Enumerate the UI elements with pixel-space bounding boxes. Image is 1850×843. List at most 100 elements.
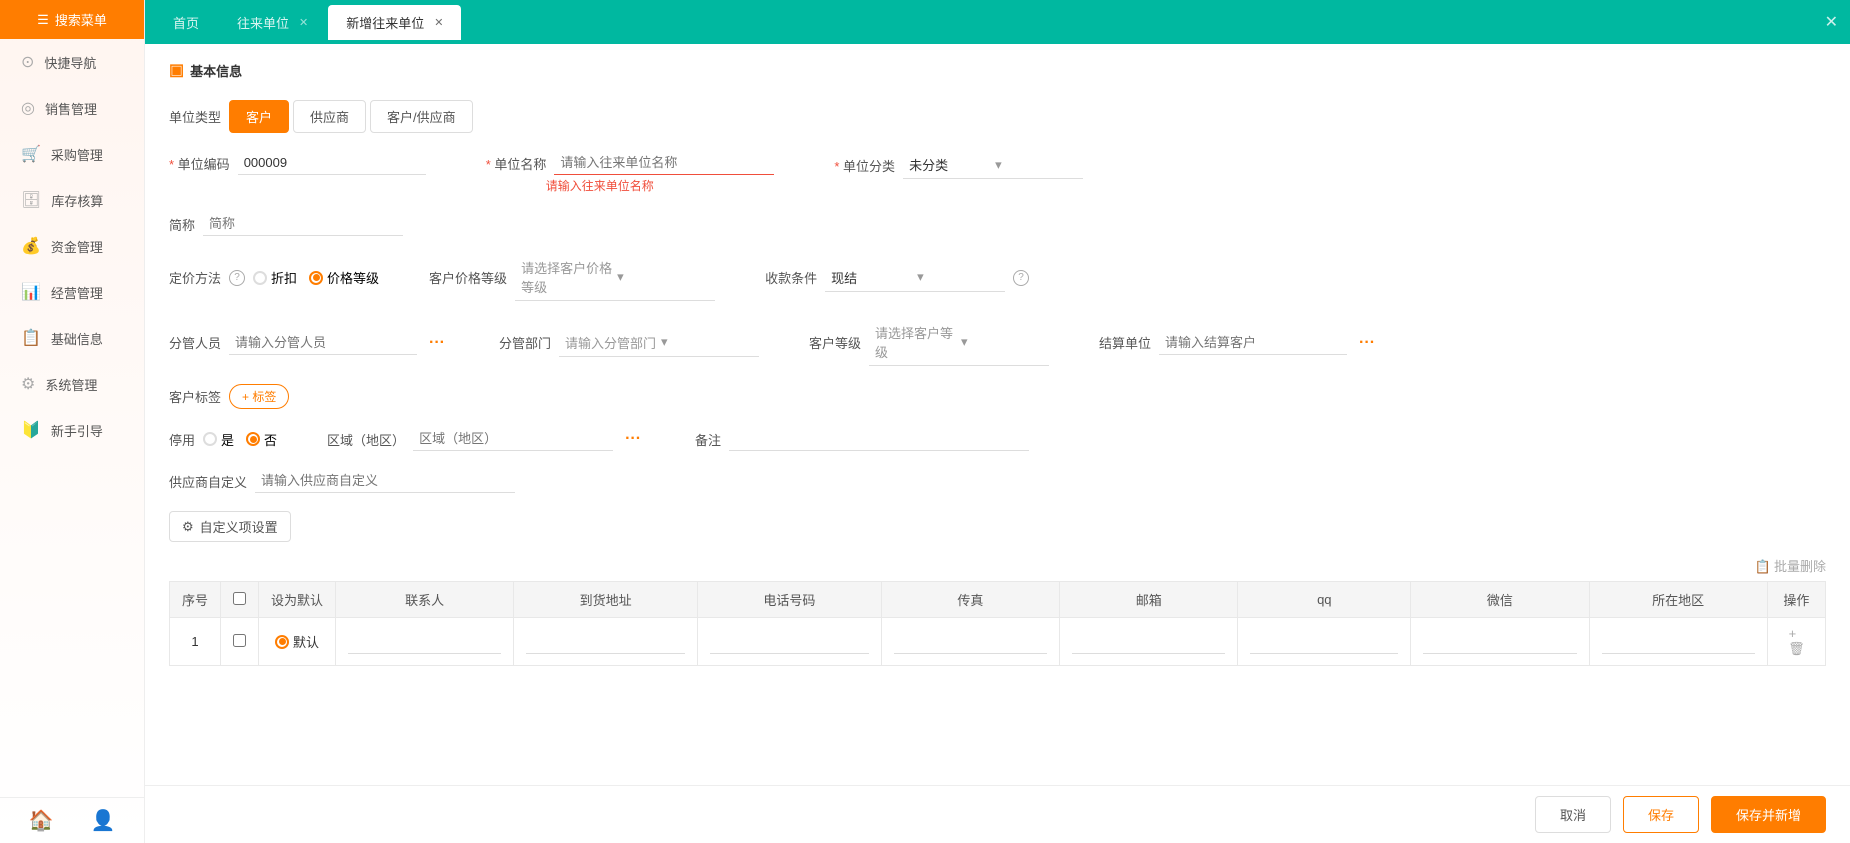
row-qq[interactable]: [1238, 618, 1411, 666]
tab-contacts[interactable]: 往来单位 ✕: [219, 5, 326, 40]
col-address: 到货地址: [514, 582, 698, 618]
unit-type-group: 单位类型 客户 供应商 客户/供应商: [169, 100, 473, 133]
radio-disabled-yes[interactable]: 是: [203, 430, 234, 449]
sidebar-item-basic-info[interactable]: 📋 基础信息: [0, 315, 144, 361]
customer-price-level-chevron: ▾: [617, 269, 709, 285]
short-name-row: 简称: [169, 212, 1826, 236]
tab-new-contact[interactable]: 新增往来单位 ✕: [328, 5, 461, 40]
region-group: 区域（地区） ···: [327, 427, 645, 451]
row-email[interactable]: [1060, 618, 1238, 666]
remark-group: 备注: [695, 427, 1029, 451]
dept-placeholder: 请输入分管部门: [565, 333, 657, 352]
sidebar-item-system[interactable]: ⚙ 系统管理: [0, 361, 144, 407]
tab-contacts-close[interactable]: ✕: [299, 16, 308, 29]
pricing-help-icon[interactable]: ?: [229, 270, 245, 286]
batch-delete-btn[interactable]: 📋 批量删除: [169, 556, 1826, 575]
cancel-button[interactable]: 取消: [1535, 796, 1611, 833]
save-button[interactable]: 保存: [1623, 796, 1699, 833]
sidebar-item-finance[interactable]: 💰 资金管理: [0, 223, 144, 269]
row-fax[interactable]: [881, 618, 1059, 666]
sidebar-item-operations[interactable]: 📊 经营管理: [0, 269, 144, 315]
customer-price-level-select[interactable]: 请选择客户价格等级 ▾: [515, 254, 715, 301]
tab-home[interactable]: 首页: [155, 5, 217, 40]
radio-discount[interactable]: 折扣: [253, 268, 297, 287]
row-index: 1: [170, 618, 221, 666]
type-btn-customer[interactable]: 客户: [229, 100, 289, 133]
tag-add-btn[interactable]: + 标签: [229, 384, 289, 409]
row-region-cell[interactable]: [1589, 618, 1767, 666]
sidebar-bottom: 🏠 👤: [0, 797, 144, 843]
payment-terms-select[interactable]: 现结 ▾: [825, 264, 1005, 292]
remark-label: 备注: [695, 430, 721, 449]
sidebar-item-sales[interactable]: ◎ 销售管理: [0, 85, 144, 131]
short-name-input[interactable]: [203, 212, 403, 236]
batch-delete-icon: 📋: [1754, 559, 1770, 574]
payment-terms-chevron: ▾: [917, 269, 999, 285]
row-wechat[interactable]: [1411, 618, 1589, 666]
user-bottom-icon[interactable]: 👤: [91, 808, 116, 833]
region-input[interactable]: [413, 427, 613, 451]
region-label: 区域（地区）: [327, 430, 405, 449]
sidebar-item-purchase[interactable]: 🛒 采购管理: [0, 131, 144, 177]
remark-input[interactable]: [729, 427, 1029, 451]
manager-input[interactable]: [229, 331, 417, 355]
unit-code-input[interactable]: [238, 151, 426, 175]
type-btn-supplier[interactable]: 供应商: [293, 100, 366, 133]
sidebar-item-guide[interactable]: 🔰 新手引导: [0, 407, 144, 453]
disabled-group: 停用 是 否: [169, 430, 277, 449]
manager-more-btn[interactable]: ···: [425, 334, 449, 352]
operations-icon: 📊: [21, 282, 41, 302]
unit-main-row: 单位编码 单位名称 请输入往来单位名称 单位分类 未分类 ▾: [169, 151, 1826, 194]
footer: 取消 保存 保存并新增: [145, 785, 1850, 843]
search-menu[interactable]: ☰ 搜索菜单: [0, 0, 144, 39]
unit-name-group: 单位名称 请输入往来单位名称: [486, 151, 775, 194]
tab-new-contact-close[interactable]: ✕: [434, 16, 443, 29]
section-icon: ▣: [169, 60, 184, 80]
short-name-label: 简称: [169, 215, 195, 234]
region-more-btn[interactable]: ···: [621, 430, 645, 448]
custom-settings-btn[interactable]: ⚙ 自定义项设置: [169, 511, 291, 542]
row-add-btn[interactable]: +: [1789, 626, 1797, 641]
content-area: ▣ 基本信息 单位类型 客户 供应商 客户/供应商 单位编码 单位名称: [145, 44, 1850, 785]
supplier-custom-input[interactable]: [255, 469, 515, 493]
payment-terms-help-icon[interactable]: ?: [1013, 270, 1029, 286]
row-default-radio: [275, 635, 289, 649]
col-email: 邮箱: [1060, 582, 1238, 618]
row-checkbox-input[interactable]: [233, 634, 246, 647]
unit-type-label: 单位类型: [169, 107, 221, 126]
row-contact[interactable]: [336, 618, 514, 666]
dept-select[interactable]: 请输入分管部门 ▾: [559, 329, 759, 357]
save-new-button[interactable]: 保存并新增: [1711, 796, 1826, 833]
sidebar-item-inventory[interactable]: 🗄 库存核算: [0, 177, 144, 223]
settlement-input[interactable]: [1159, 331, 1347, 355]
unit-name-input[interactable]: [554, 151, 774, 175]
table-row: 1 默认: [170, 618, 1826, 666]
sidebar-item-quick-nav[interactable]: ⊙ 快捷导航: [0, 39, 144, 85]
row-phone[interactable]: [698, 618, 882, 666]
radio-price-level[interactable]: 价格等级: [309, 268, 379, 287]
unit-code-label: 单位编码: [169, 154, 230, 173]
pricing-row: 定价方法 ? 折扣 价格等级 客户价格等级 请选择客户价格等级: [169, 254, 1826, 301]
home-bottom-icon[interactable]: 🏠: [29, 808, 54, 833]
row-checkbox[interactable]: [221, 618, 259, 666]
radio-disabled-no[interactable]: 否: [246, 430, 277, 449]
col-checkbox[interactable]: [221, 582, 259, 618]
row-action: + 🗑: [1767, 618, 1825, 666]
row-address[interactable]: [514, 618, 698, 666]
customer-level-group: 客户等级 请选择客户等级 ▾: [809, 319, 1049, 366]
row-delete-btn[interactable]: 🗑: [1788, 641, 1805, 656]
row-default[interactable]: 默认: [259, 618, 336, 666]
pricing-method-label: 定价方法: [169, 268, 221, 287]
supplier-custom-label: 供应商自定义: [169, 472, 247, 491]
unit-category-select[interactable]: 未分类 ▾: [903, 151, 1083, 179]
manager-group: 分管人员 ···: [169, 331, 449, 355]
select-all-checkbox[interactable]: [233, 592, 246, 605]
type-btn-both[interactable]: 客户/供应商: [370, 100, 473, 133]
col-default: 设为默认: [259, 582, 336, 618]
unit-name-error: 请输入往来单位名称: [546, 179, 654, 193]
disabled-label: 停用: [169, 430, 195, 449]
settlement-more-btn[interactable]: ···: [1355, 334, 1379, 352]
tab-bar-close-all[interactable]: ✕: [1825, 12, 1838, 32]
unit-category-value: 未分类: [909, 155, 991, 174]
customer-level-select[interactable]: 请选择客户等级 ▾: [869, 319, 1049, 366]
